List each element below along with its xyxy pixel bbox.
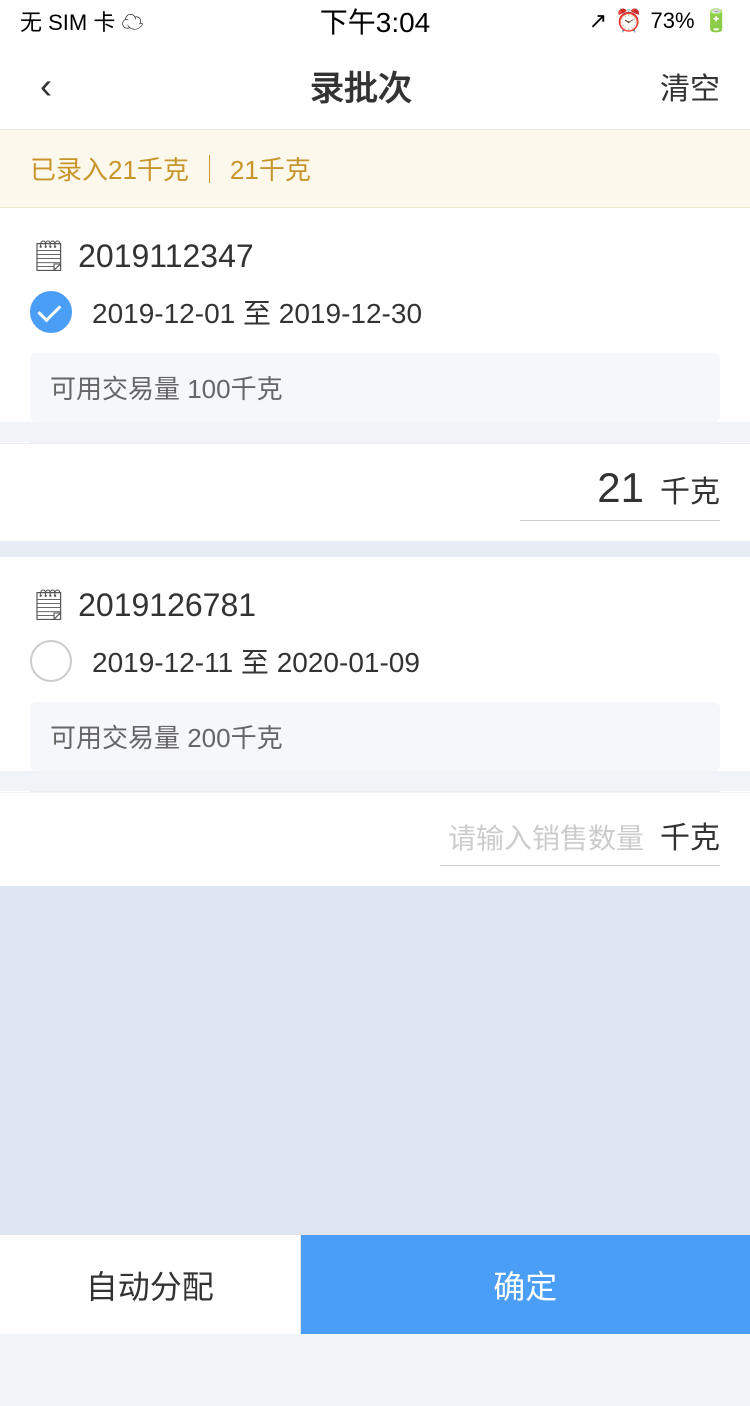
batch-2-input-row[interactable]: 请输入销售数量 千克 bbox=[0, 792, 750, 886]
batch-1-date: 2019-12-01 至 2019-12-30 bbox=[92, 292, 422, 332]
location-icon: ↗ bbox=[589, 8, 607, 34]
status-right: ↗ ⏰ 73% 🔋 bbox=[589, 8, 730, 34]
back-button[interactable]: ‹ bbox=[30, 55, 62, 117]
page-title: 录批次 bbox=[310, 61, 412, 110]
batch-1-icon: 🗒 bbox=[30, 239, 68, 274]
batch-2-available: 可用交易量 200千克 bbox=[30, 702, 720, 771]
content-area: 🗒 2019112347 2019-12-01 至 2019-12-30 可用交… bbox=[0, 208, 750, 1406]
batch-2-input-unit: 千克 bbox=[660, 813, 720, 857]
batch-1-radio[interactable] bbox=[30, 291, 72, 333]
auto-distribute-button[interactable]: 自动分配 bbox=[0, 1235, 301, 1334]
batch-1-amount-value[interactable]: 21 bbox=[597, 464, 644, 512]
total-amount: 21千克 bbox=[230, 150, 311, 187]
recorded-amount: 已录入21千克 bbox=[30, 150, 189, 187]
batch-2-icon: 🗒 bbox=[30, 588, 68, 623]
alarm-icon: ⏰ bbox=[615, 8, 642, 34]
batch-1-date-row: 2019-12-01 至 2019-12-30 bbox=[30, 291, 720, 333]
status-time: 下午3:04 bbox=[320, 1, 431, 41]
battery-icon: 🔋 bbox=[703, 8, 730, 34]
batch-2-date-row: 2019-12-11 至 2020-01-09 bbox=[30, 640, 720, 682]
batch-item-2: 🗒 2019126781 2019-12-11 至 2020-01-09 可用交… bbox=[0, 557, 750, 771]
batch-1-amount-unit: 千克 bbox=[660, 467, 720, 511]
batch-2-input-wrapper: 请输入销售数量 千克 bbox=[0, 791, 750, 886]
batch-2-radio[interactable] bbox=[30, 640, 72, 682]
batch-1-id: 2019112347 bbox=[78, 238, 254, 275]
batch-item-1: 🗒 2019112347 2019-12-01 至 2019-12-30 可用交… bbox=[0, 208, 750, 422]
banner-divider bbox=[209, 155, 210, 183]
battery-text: 73% bbox=[651, 8, 695, 34]
sim-label: 无 SIM 卡 ☁ bbox=[20, 5, 143, 37]
bottom-bar: 自动分配 确定 bbox=[0, 1234, 750, 1334]
confirm-button[interactable]: 确定 bbox=[301, 1235, 750, 1334]
info-banner: 已录入21千克 21千克 bbox=[0, 130, 750, 208]
batch-2-id: 2019126781 bbox=[78, 587, 256, 624]
batch-1-amount-row: 21 千克 bbox=[0, 443, 750, 541]
batch-2-date: 2019-12-11 至 2020-01-09 bbox=[92, 641, 420, 681]
status-bar: 无 SIM 卡 ☁ 下午3:04 ↗ ⏰ 73% 🔋 bbox=[0, 0, 750, 42]
batch-2-input-placeholder: 请输入销售数量 bbox=[448, 817, 644, 857]
batch-2-header: 🗒 2019126781 bbox=[30, 587, 720, 624]
batch-1-amount-wrapper: 21 千克 bbox=[0, 442, 750, 541]
status-left: 无 SIM 卡 ☁ bbox=[20, 5, 143, 37]
section-divider bbox=[0, 541, 750, 557]
nav-bar: ‹ 录批次 清空 bbox=[0, 42, 750, 130]
batch-1-header: 🗒 2019112347 bbox=[30, 238, 720, 275]
clear-button[interactable]: 清空 bbox=[660, 64, 720, 108]
batch-1-available: 可用交易量 100千克 bbox=[30, 353, 720, 422]
